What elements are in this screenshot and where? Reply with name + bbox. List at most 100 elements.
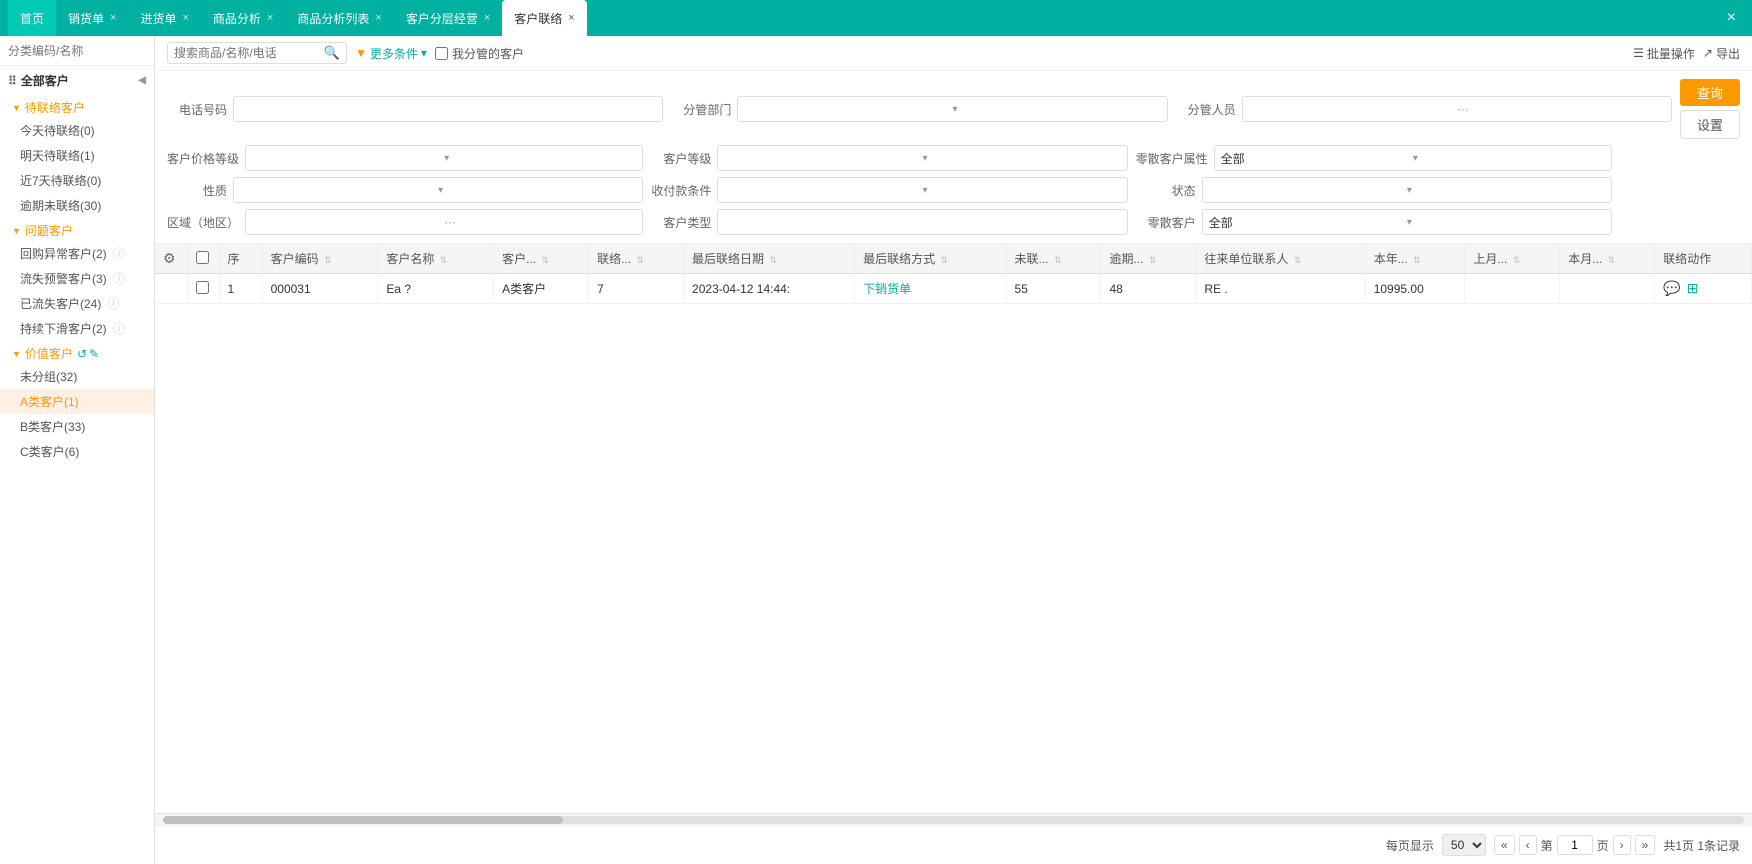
sidebar-item-7days[interactable]: 近7天待联络(0) xyxy=(0,168,154,193)
page-number-input[interactable] xyxy=(1557,835,1593,855)
th-gear[interactable]: ⚙ xyxy=(155,244,187,274)
th-last-month[interactable]: 上月... ⇅ xyxy=(1465,244,1560,274)
sidebar-all-customers[interactable]: ⠿ 全部客户 ◀ xyxy=(0,66,154,95)
th-level[interactable]: 客户... ⇅ xyxy=(494,244,589,274)
filter-more-button[interactable]: ▼ 更多条件 ▾ xyxy=(355,45,427,62)
region-select[interactable]: ··· xyxy=(245,209,643,235)
sort-name-icon: ⇅ xyxy=(440,255,448,265)
scroll-thumb[interactable] xyxy=(163,816,563,824)
retail-customer-select[interactable]: 全部 ▾ xyxy=(1202,209,1612,235)
sort-this-month-icon: ⇅ xyxy=(1608,255,1616,265)
next-page-button[interactable]: › xyxy=(1613,835,1631,855)
td-last-date: 2023-04-12 14:44: xyxy=(684,274,855,304)
message-action-icon[interactable]: 💬 xyxy=(1663,280,1680,297)
sidebar-item-tomorrow[interactable]: 明天待联络(1) xyxy=(0,143,154,168)
close-sales-tab[interactable]: × xyxy=(110,12,116,24)
table-header-row: ⚙ 序 客户编码 ⇅ 客户名称 ⇅ xyxy=(155,244,1752,274)
table-container: ⚙ 序 客户编码 ⇅ 客户名称 ⇅ xyxy=(155,244,1752,813)
sidebar-item-churn-warning[interactable]: 流失预警客户(3) ⓘ xyxy=(0,266,154,291)
row-checkbox[interactable] xyxy=(196,281,209,294)
th-actions: 联络动作 xyxy=(1655,244,1752,274)
th-code[interactable]: 客户编码 ⇅ xyxy=(262,244,378,274)
nav-purchase[interactable]: 进货单 × xyxy=(128,0,200,36)
td-this-month xyxy=(1560,274,1655,304)
prev-page-button[interactable]: ‹ xyxy=(1519,835,1537,855)
th-contact-count[interactable]: 联络... ⇅ xyxy=(589,244,684,274)
dept-select[interactable]: ▾ xyxy=(737,96,1167,122)
sidebar-item-c-class[interactable]: C类客户(6) xyxy=(0,439,154,464)
td-contacts-person: RE . xyxy=(1196,274,1365,304)
sidebar-item-ungrouped[interactable]: 未分组(32) xyxy=(0,364,154,389)
price-level-select[interactable]: ▾ xyxy=(245,145,643,171)
td-last-method[interactable]: 下销货单 xyxy=(855,274,1006,304)
close-purchase-tab[interactable]: × xyxy=(182,12,188,24)
th-last-date[interactable]: 最后联络日期 ⇅ xyxy=(684,244,855,274)
close-goods-analysis-list-tab[interactable]: × xyxy=(375,12,381,24)
sidebar-item-today[interactable]: 今天待联络(0) xyxy=(0,118,154,143)
total-records-label: 共1页 1条记录 xyxy=(1663,837,1740,854)
sidebar-item-declining[interactable]: 持续下滑客户(2) ⓘ xyxy=(0,316,154,341)
th-this-year[interactable]: 本年... ⇅ xyxy=(1365,244,1465,274)
sidebar-item-churned[interactable]: 已流失客户(24) ⓘ xyxy=(0,291,154,316)
my-customers-checkbox[interactable] xyxy=(435,47,448,60)
sidebar-search-input[interactable] xyxy=(8,44,155,58)
nav-sales[interactable]: 销货单 × xyxy=(56,0,128,36)
manager-input[interactable]: ··· xyxy=(1242,96,1672,122)
customer-level-select[interactable]: ▾ xyxy=(717,145,1127,171)
close-all-button[interactable]: × xyxy=(1719,9,1744,27)
retail-attr-select[interactable]: 全部 ▾ xyxy=(1214,145,1612,171)
sidebar-item-abnormal[interactable]: 回购异常客户(2) ⓘ xyxy=(0,241,154,266)
td-checkbox[interactable] xyxy=(187,274,219,304)
close-customer-tier-tab[interactable]: × xyxy=(484,12,490,24)
th-name[interactable]: 客户名称 ⇅ xyxy=(378,244,494,274)
my-customers-checkbox-label[interactable]: 我分管的客户 xyxy=(435,45,524,62)
settings-icon[interactable]: ⚙ xyxy=(163,250,176,266)
th-this-month[interactable]: 本月... ⇅ xyxy=(1560,244,1655,274)
export-button[interactable]: ↗ 导出 xyxy=(1703,45,1740,62)
sidebar-group-problem[interactable]: ▼ 问题客户 xyxy=(0,218,154,241)
query-button[interactable]: 查询 xyxy=(1680,79,1740,106)
sidebar-item-b-class[interactable]: B类客户(33) xyxy=(0,414,154,439)
nav-customer-tier[interactable]: 客户分层经营 × xyxy=(394,0,502,36)
nav-home[interactable]: 首页 xyxy=(8,0,56,36)
nav-customer-contact[interactable]: 客户联络 × xyxy=(502,0,586,36)
refresh-icon[interactable]: ↺ xyxy=(77,347,87,361)
page-size-select[interactable]: 50 xyxy=(1442,834,1486,856)
status-label: 状态 xyxy=(1136,182,1196,199)
sidebar-group-value[interactable]: ▼ 价值客户 ↺ ✎ xyxy=(0,341,154,364)
last-page-button[interactable]: » xyxy=(1635,835,1656,855)
last-method-link[interactable]: 下销货单 xyxy=(863,282,911,296)
sidebar-group-waiting[interactable]: ▼ 待联络客户 xyxy=(0,95,154,118)
nav-goods-analysis[interactable]: 商品分析 × xyxy=(201,0,285,36)
main-search-icon[interactable]: 🔍 xyxy=(324,45,340,61)
batch-operation-button[interactable]: ☰ 批量操作 xyxy=(1633,45,1695,62)
page-size-label: 每页显示 xyxy=(1386,837,1434,854)
sidebar-item-a-class[interactable]: A类客户(1) xyxy=(0,389,154,414)
edit-icon[interactable]: ✎ xyxy=(89,347,99,361)
phone-input[interactable] xyxy=(233,96,663,122)
th-contacts-person[interactable]: 往来单位联系人 ⇅ xyxy=(1196,244,1365,274)
main-search-input[interactable] xyxy=(174,46,324,60)
td-contact-count: 7 xyxy=(589,274,684,304)
th-no-contact[interactable]: 未联... ⇅ xyxy=(1006,244,1101,274)
th-seq: 序 xyxy=(219,244,262,274)
qr-action-icon[interactable]: ⊞ xyxy=(1687,280,1699,297)
close-customer-contact-tab[interactable]: × xyxy=(568,12,574,24)
payment-select[interactable]: ▾ xyxy=(717,177,1127,203)
horizontal-scrollbar[interactable] xyxy=(155,813,1752,825)
customer-level-arrow: ▾ xyxy=(923,153,1121,164)
phone-label: 电话号码 xyxy=(167,101,227,118)
customer-type-input[interactable] xyxy=(717,209,1127,235)
first-page-button[interactable]: « xyxy=(1494,835,1515,855)
retail-customer-arrow: ▾ xyxy=(1407,217,1605,228)
select-all-checkbox[interactable] xyxy=(196,251,209,264)
settings-button[interactable]: 设置 xyxy=(1680,110,1740,139)
th-overdue[interactable]: 逾期... ⇅ xyxy=(1101,244,1196,274)
status-select[interactable]: ▾ xyxy=(1202,177,1612,203)
th-last-method[interactable]: 最后联络方式 ⇅ xyxy=(855,244,1006,274)
nav-goods-analysis-list[interactable]: 商品分析列表 × xyxy=(285,0,393,36)
nature-select[interactable]: ▾ xyxy=(233,177,643,203)
sidebar-item-overdue[interactable]: 逾期未联络(30) xyxy=(0,193,154,218)
close-goods-analysis-tab[interactable]: × xyxy=(267,12,273,24)
th-checkbox[interactable] xyxy=(187,244,219,274)
